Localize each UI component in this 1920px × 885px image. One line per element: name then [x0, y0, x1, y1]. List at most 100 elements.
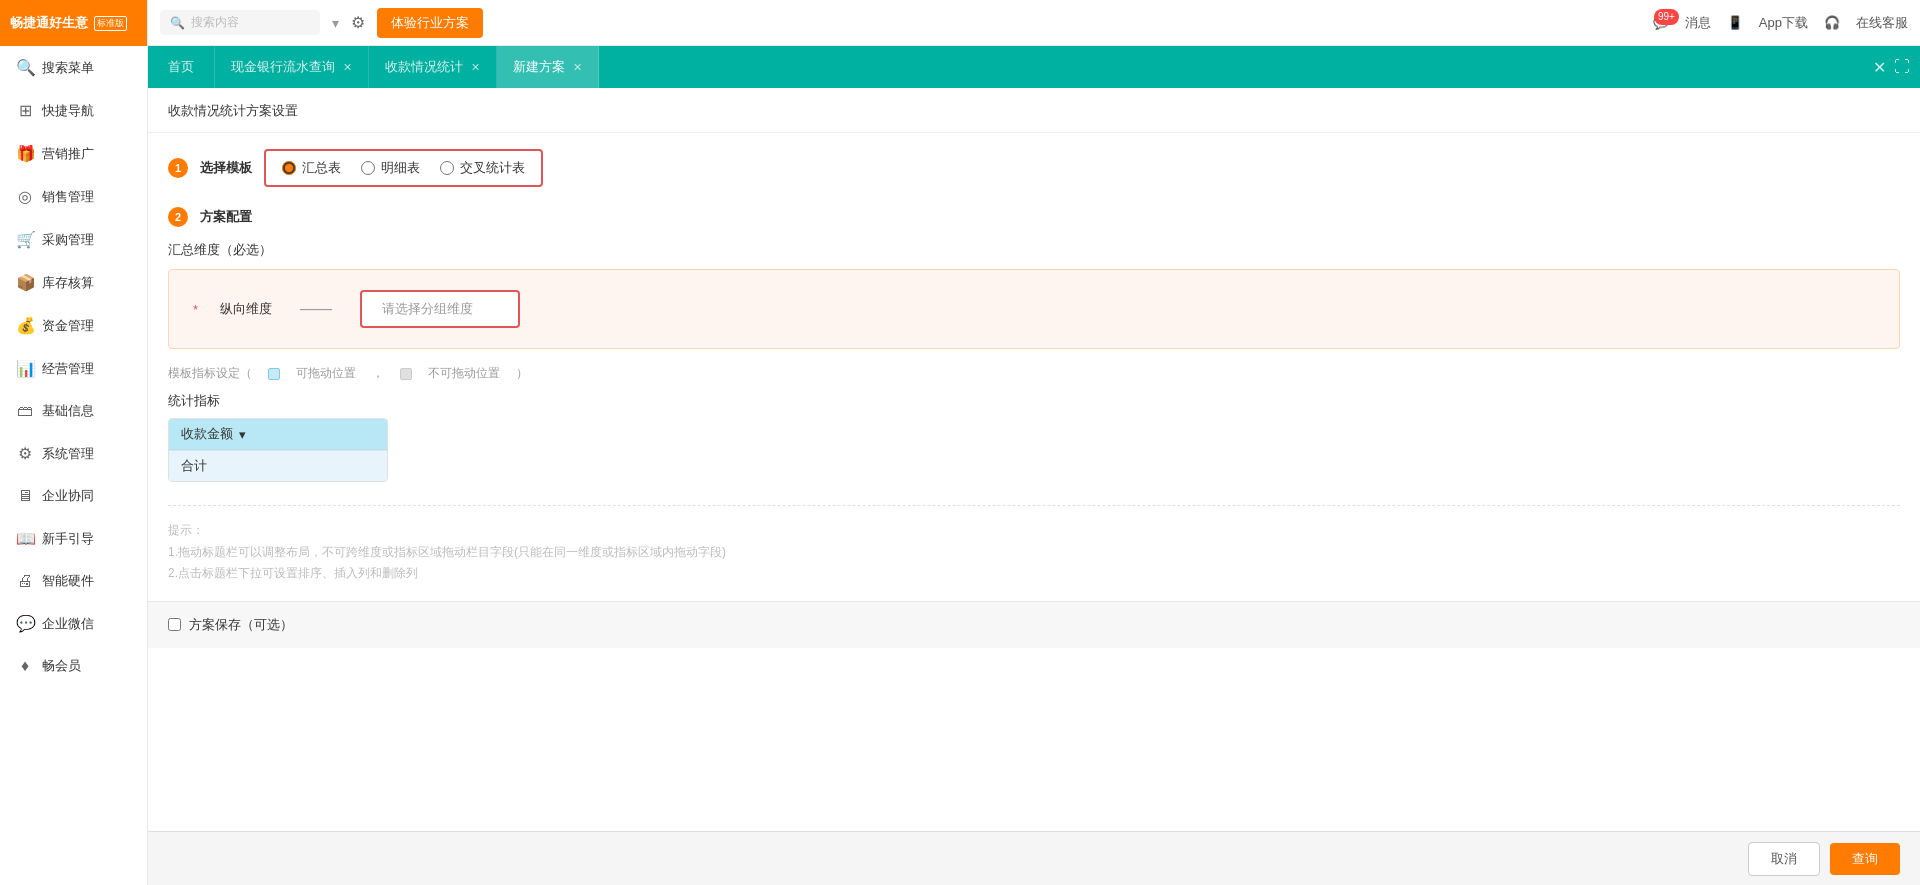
service-label: 在线客服: [1856, 14, 1908, 32]
sidebar-item-guide[interactable]: 📖 新手引导: [0, 517, 147, 560]
content-area: 收款情况统计方案设置 1 选择模板 汇总表 明细表: [148, 88, 1920, 831]
topbar: 🔍 搜索内容 ▾ ⚙ 体验行业方案 💬 99+ 消息 📱 App下载 🎧 在线客…: [148, 0, 1920, 46]
vertical-dimension-label: 纵向维度: [220, 300, 272, 318]
non-draggable-legend-dot: [400, 368, 412, 380]
sidebar-item-wechat[interactable]: 💬 企业微信: [0, 602, 147, 645]
sales-icon: ◎: [16, 187, 34, 206]
notification-label: 消息: [1685, 14, 1711, 32]
close-tab-btn[interactable]: ✕: [1873, 58, 1886, 77]
sidebar-item-search[interactable]: 🔍 搜索菜单: [0, 46, 147, 89]
step2-title: 方案配置: [200, 208, 252, 226]
draggable-legend-label: 可拖动位置: [296, 365, 356, 382]
sidebar-item-label: 系统管理: [42, 445, 94, 463]
arrow-icon: ——: [300, 300, 332, 318]
search-menu-icon: 🔍: [16, 58, 34, 77]
maximize-btn[interactable]: ⛶: [1894, 58, 1910, 76]
sidebar-item-label: 畅会员: [42, 657, 81, 675]
draggable-legend-dot: [268, 368, 280, 380]
sidebar-item-collab[interactable]: 🖥 企业协同: [0, 475, 147, 517]
notification-icon[interactable]: 💬 99+: [1653, 15, 1669, 30]
required-star: *: [193, 302, 198, 317]
query-button[interactable]: 查询: [1830, 843, 1900, 875]
tips-title: 提示：: [168, 520, 1900, 542]
search-box[interactable]: 🔍 搜索内容: [160, 10, 320, 35]
dimension-select[interactable]: 请选择分组维度: [360, 290, 520, 328]
download-icon[interactable]: 📱: [1727, 15, 1743, 30]
sidebar-item-purchase[interactable]: 🛒 采购管理: [0, 218, 147, 261]
footer: 取消 查询: [148, 831, 1920, 885]
tab-new[interactable]: 新建方案 ✕: [497, 46, 599, 88]
sidebar-item-label: 基础信息: [42, 402, 94, 420]
tab-new-close[interactable]: ✕: [573, 61, 582, 74]
service-icon[interactable]: 🎧: [1824, 15, 1840, 30]
save-checkbox[interactable]: [168, 618, 181, 631]
sidebar-item-quick-nav[interactable]: ⊞ 快捷导航: [0, 89, 147, 132]
inventory-icon: 📦: [16, 273, 34, 292]
col-dropdown-icon[interactable]: ▾: [239, 427, 246, 442]
sidebar-item-inventory[interactable]: 📦 库存核算: [0, 261, 147, 304]
topbar-right: 💬 99+ 消息 📱 App下载 🎧 在线客服: [1653, 14, 1908, 32]
tab-stats-close[interactable]: ✕: [471, 61, 480, 74]
notification-count: 99+: [1654, 9, 1679, 25]
breadcrumb: 收款情况统计方案设置: [168, 103, 298, 118]
sidebar-item-finance[interactable]: 💰 资金管理: [0, 304, 147, 347]
tab-bank[interactable]: 现金银行流水查询 ✕: [215, 46, 369, 88]
radio-detail-input[interactable]: [361, 161, 375, 175]
radio-cross[interactable]: 交叉统计表: [440, 159, 525, 177]
radio-detail-label: 明细表: [381, 159, 420, 177]
step1-row: 1 选择模板 汇总表 明细表 交叉统计表: [168, 149, 1900, 187]
download-label: App下载: [1759, 14, 1808, 32]
edition-badge: 标准版: [94, 16, 127, 31]
sidebar-item-basic[interactable]: 🗃 基础信息: [0, 390, 147, 432]
step2-badge: 2: [168, 207, 188, 227]
tips-section: 提示： 1.拖动标题栏可以调整布局，不可跨维度或指标区域拖动栏目字段(只能在同一…: [168, 505, 1900, 585]
sidebar-item-label: 智能硬件: [42, 572, 94, 590]
radio-summary-input[interactable]: [282, 161, 296, 175]
tab-home[interactable]: 首页: [148, 46, 215, 88]
sidebar-item-operations[interactable]: 📊 经营管理: [0, 347, 147, 390]
radio-cross-input[interactable]: [440, 161, 454, 175]
aggregate-label: 汇总维度（必选）: [168, 241, 1900, 259]
dimension-placeholder: 请选择分组维度: [382, 301, 473, 316]
purchase-icon: 🛒: [16, 230, 34, 249]
sidebar-item-sales[interactable]: ◎ 销售管理: [0, 175, 147, 218]
save-label: 方案保存（可选）: [189, 616, 293, 634]
sidebar-item-hardware[interactable]: 🖨 智能硬件: [0, 560, 147, 602]
cancel-button[interactable]: 取消: [1748, 842, 1820, 876]
tab-home-label: 首页: [168, 58, 194, 76]
guide-icon: 📖: [16, 529, 34, 548]
sidebar-item-system[interactable]: ⚙ 系统管理: [0, 432, 147, 475]
member-icon: ♦: [16, 657, 34, 675]
legend-end: ）: [516, 365, 528, 382]
sidebar-item-label: 企业协同: [42, 487, 94, 505]
indicator-section-title: 模板指标设定（: [168, 365, 252, 382]
tab-stats[interactable]: 收款情况统计 ✕: [369, 46, 497, 88]
gear-icon[interactable]: ⚙: [351, 13, 365, 32]
radio-summary-label: 汇总表: [302, 159, 341, 177]
template-select-group: 汇总表 明细表 交叉统计表: [264, 149, 543, 187]
page-header: 收款情况统计方案设置: [148, 88, 1920, 133]
basic-icon: 🗃: [16, 402, 34, 420]
marketing-icon: 🎁: [16, 144, 34, 163]
sidebar-item-marketing[interactable]: 🎁 营销推广: [0, 132, 147, 175]
search-placeholder: 搜索内容: [191, 14, 239, 31]
col-label: 收款金额: [181, 425, 233, 443]
radio-summary[interactable]: 汇总表: [282, 159, 341, 177]
scheme-section: 2 方案配置 汇总维度（必选） * 纵向维度 —— 请选择分组维度: [168, 207, 1900, 585]
dropdown-icon: ▾: [332, 15, 339, 31]
sidebar-item-member[interactable]: ♦ 畅会员: [0, 645, 147, 687]
tabbar: 首页 现金银行流水查询 ✕ 收款情况统计 ✕ 新建方案 ✕ ✕ ⛶: [148, 46, 1920, 88]
indicator-legend: 模板指标设定（ 可拖动位置 ， 不可拖动位置 ）: [168, 365, 1900, 382]
trial-button[interactable]: 体验行业方案: [377, 8, 483, 38]
finance-icon: 💰: [16, 316, 34, 335]
tab-bank-close[interactable]: ✕: [343, 61, 352, 74]
tab-new-label: 新建方案: [513, 58, 565, 76]
quick-nav-icon: ⊞: [16, 101, 34, 120]
sidebar-item-label: 经营管理: [42, 360, 94, 378]
save-section: 方案保存（可选）: [148, 601, 1920, 648]
non-draggable-legend-label: 不可拖动位置: [428, 365, 500, 382]
indicator-table: 收款金额 ▾ 合计: [168, 418, 388, 482]
radio-detail[interactable]: 明细表: [361, 159, 420, 177]
search-icon: 🔍: [170, 16, 185, 30]
indicator-table-header: 收款金额 ▾: [169, 419, 387, 450]
